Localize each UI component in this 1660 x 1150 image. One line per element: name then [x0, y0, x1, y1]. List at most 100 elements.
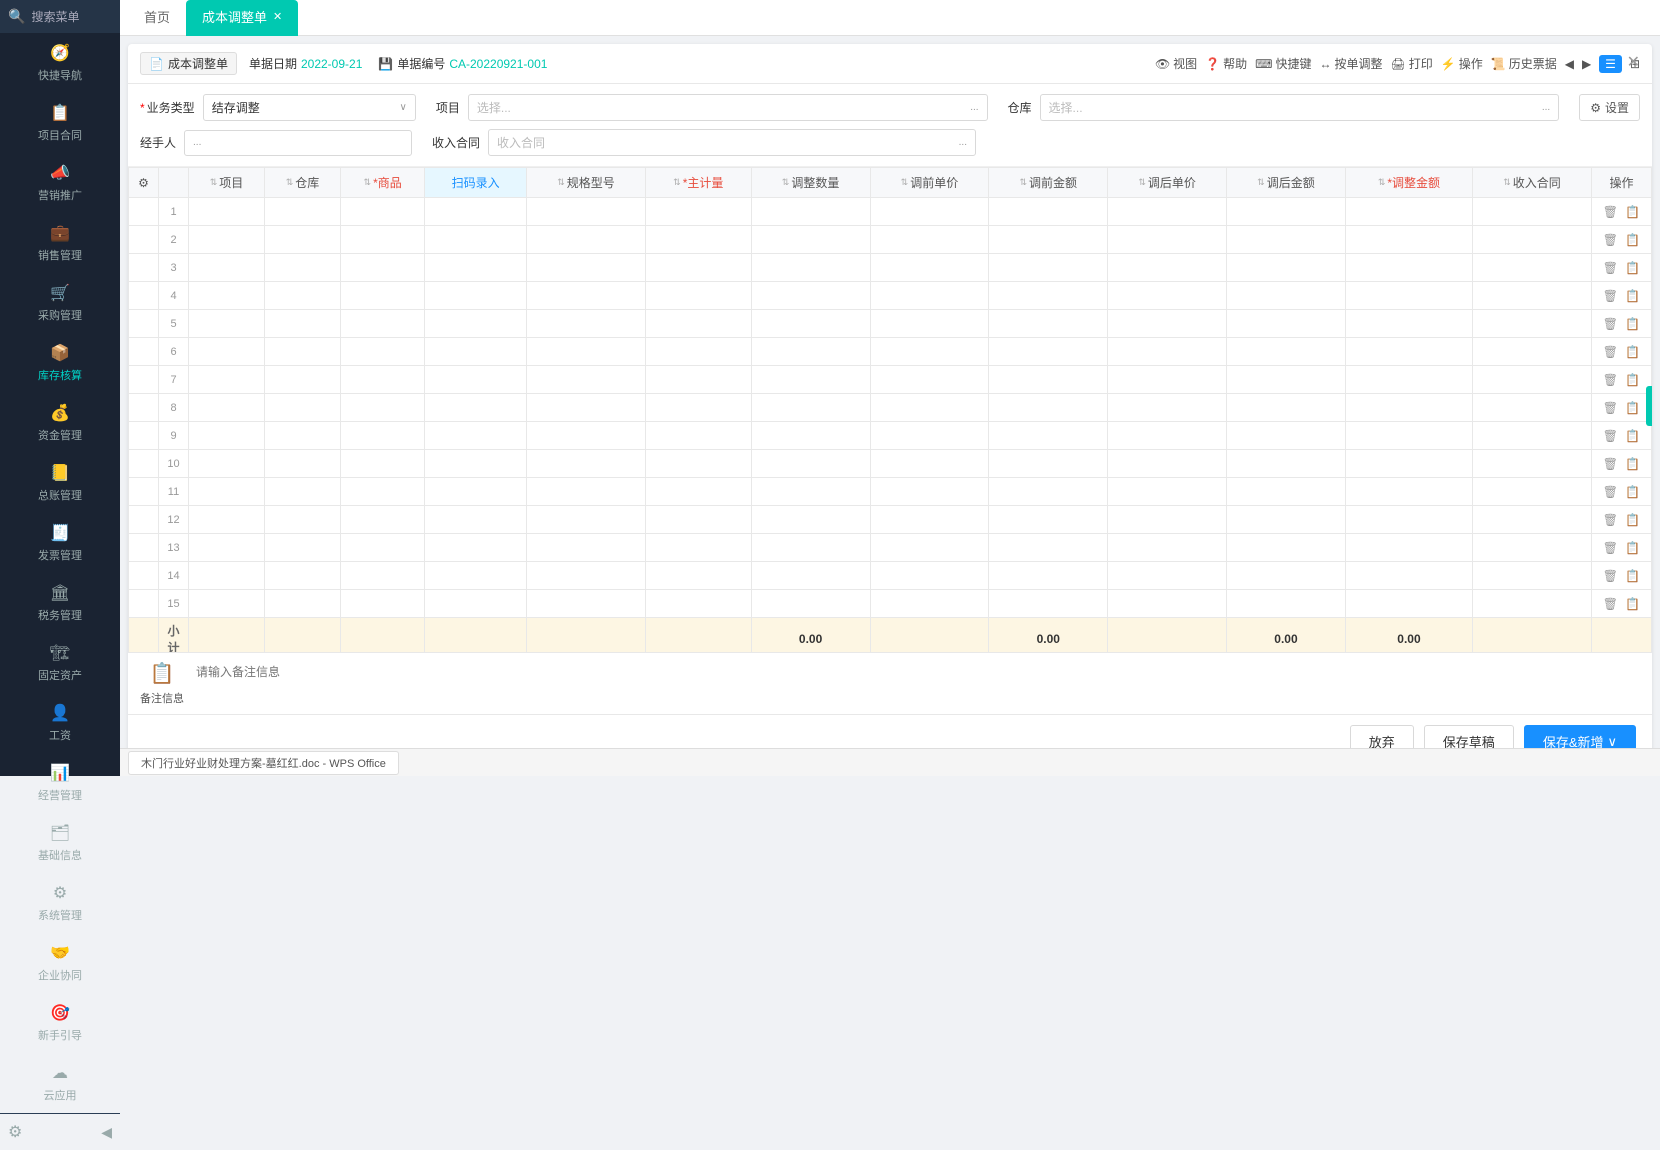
row-before-price[interactable]: [870, 254, 989, 282]
col-warehouse[interactable]: ⇅仓库: [264, 168, 340, 198]
col-unit[interactable]: ⇅*主计量: [645, 168, 751, 198]
row-project[interactable]: [189, 478, 265, 506]
row-project[interactable]: [189, 506, 265, 534]
action-nav-next[interactable]: ▶: [1582, 57, 1591, 71]
row-delete-icon[interactable]: 🗑: [1601, 429, 1620, 443]
row-income-contract[interactable]: [1473, 394, 1592, 422]
row-warehouse[interactable]: [264, 310, 340, 338]
row-copy-icon[interactable]: 📋: [1623, 457, 1642, 471]
row-unit[interactable]: [645, 422, 751, 450]
row-product[interactable]: [340, 310, 424, 338]
row-adj-qty[interactable]: [751, 254, 870, 282]
row-delete-icon[interactable]: 🗑: [1601, 513, 1620, 527]
row-spec[interactable]: [527, 534, 646, 562]
row-warehouse[interactable]: [264, 450, 340, 478]
row-product[interactable]: [340, 562, 424, 590]
col-settings[interactable]: ⚙: [129, 168, 159, 198]
row-after-amt[interactable]: [1227, 338, 1346, 366]
action-view[interactable]: 👁 视图: [1155, 55, 1197, 72]
row-unit[interactable]: [645, 338, 751, 366]
row-scan[interactable]: [425, 366, 527, 394]
row-delete-icon[interactable]: 🗑: [1601, 373, 1620, 387]
row-copy-icon[interactable]: 📋: [1623, 485, 1642, 499]
row-spec[interactable]: [527, 338, 646, 366]
row-copy-icon[interactable]: 📋: [1623, 541, 1642, 555]
row-delete-icon[interactable]: 🗑: [1601, 317, 1620, 331]
row-after-price[interactable]: [1108, 338, 1227, 366]
row-adj-qty[interactable]: [751, 198, 870, 226]
row-before-amt[interactable]: [989, 534, 1108, 562]
row-before-amt[interactable]: [989, 366, 1108, 394]
row-spec[interactable]: [527, 226, 646, 254]
row-before-amt[interactable]: [989, 590, 1108, 618]
row-unit[interactable]: [645, 226, 751, 254]
row-spec[interactable]: [527, 590, 646, 618]
row-product[interactable]: [340, 338, 424, 366]
row-adj-qty[interactable]: [751, 338, 870, 366]
row-copy-icon[interactable]: 📋: [1623, 597, 1642, 611]
row-spec[interactable]: [527, 366, 646, 394]
row-after-amt[interactable]: [1227, 366, 1346, 394]
row-delete-icon[interactable]: 🗑: [1601, 597, 1620, 611]
row-product[interactable]: [340, 366, 424, 394]
row-project[interactable]: [189, 366, 265, 394]
row-product[interactable]: [340, 478, 424, 506]
row-project[interactable]: [189, 534, 265, 562]
notes-input[interactable]: [196, 661, 1640, 683]
row-before-amt[interactable]: [989, 338, 1108, 366]
row-unit[interactable]: [645, 534, 751, 562]
row-unit[interactable]: [645, 310, 751, 338]
row-income-contract[interactable]: [1473, 422, 1592, 450]
action-nav-prev[interactable]: ◀: [1565, 57, 1574, 71]
row-income-contract[interactable]: [1473, 338, 1592, 366]
sidebar-settings-icon[interactable]: ⚙: [8, 1122, 22, 1142]
row-project[interactable]: [189, 590, 265, 618]
row-product[interactable]: [340, 226, 424, 254]
action-print[interactable]: 🖨 打印: [1391, 55, 1433, 72]
col-after-amt[interactable]: ⇅调后金额: [1227, 168, 1346, 198]
row-scan[interactable]: [425, 310, 527, 338]
row-after-amt[interactable]: [1227, 562, 1346, 590]
row-before-price[interactable]: [870, 366, 989, 394]
col-project[interactable]: ⇅项目: [189, 168, 265, 198]
row-copy-icon[interactable]: 📋: [1623, 429, 1642, 443]
row-spec[interactable]: [527, 562, 646, 590]
tab-home[interactable]: 首页: [128, 0, 186, 36]
row-adj-amt[interactable]: [1345, 254, 1472, 282]
sidebar-item-basic-info[interactable]: 🗂 基础信息: [0, 813, 120, 873]
col-after-price[interactable]: ⇅调后单价: [1108, 168, 1227, 198]
row-delete-icon[interactable]: 🗑: [1601, 401, 1620, 415]
row-before-amt[interactable]: [989, 422, 1108, 450]
row-copy-icon[interactable]: 📋: [1623, 317, 1642, 331]
row-after-amt[interactable]: [1227, 198, 1346, 226]
row-adj-amt[interactable]: [1345, 282, 1472, 310]
row-warehouse[interactable]: [264, 282, 340, 310]
row-after-price[interactable]: [1108, 506, 1227, 534]
row-product[interactable]: [340, 506, 424, 534]
tab-close-icon[interactable]: ✕: [273, 10, 282, 23]
row-before-price[interactable]: [870, 506, 989, 534]
sidebar-item-invoice[interactable]: 🧾 发票管理: [0, 513, 120, 573]
row-after-amt[interactable]: [1227, 422, 1346, 450]
row-delete-icon[interactable]: 🗑: [1601, 457, 1620, 471]
row-adj-qty[interactable]: [751, 562, 870, 590]
sidebar-item-marketing[interactable]: 📣 营销推广: [0, 153, 120, 213]
row-delete-icon[interactable]: 🗑: [1601, 541, 1620, 555]
row-warehouse[interactable]: [264, 478, 340, 506]
col-adj-amt[interactable]: ⇅*调整金额: [1345, 168, 1472, 198]
row-before-amt[interactable]: [989, 450, 1108, 478]
col-scan[interactable]: 扫码录入: [425, 168, 527, 198]
row-adj-qty[interactable]: [751, 450, 870, 478]
row-scan[interactable]: [425, 590, 527, 618]
row-after-amt[interactable]: [1227, 590, 1346, 618]
row-before-price[interactable]: [870, 198, 989, 226]
row-scan[interactable]: [425, 562, 527, 590]
sidebar-item-cloud[interactable]: ☁ 云应用: [0, 1053, 120, 1113]
row-adj-amt[interactable]: [1345, 366, 1472, 394]
row-scan[interactable]: [425, 478, 527, 506]
row-adj-qty[interactable]: [751, 590, 870, 618]
sidebar-item-purchase[interactable]: 🛒 采购管理: [0, 273, 120, 333]
row-unit[interactable]: [645, 282, 751, 310]
row-after-amt[interactable]: [1227, 282, 1346, 310]
row-delete-icon[interactable]: 🗑: [1601, 345, 1620, 359]
